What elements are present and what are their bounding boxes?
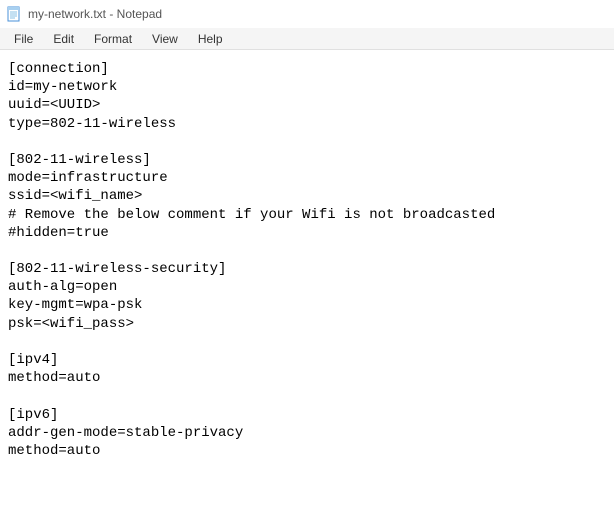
menu-format[interactable]: Format bbox=[84, 30, 142, 48]
menu-edit[interactable]: Edit bbox=[43, 30, 84, 48]
text-editor[interactable]: [connection] id=my-network uuid=<UUID> t… bbox=[0, 50, 614, 532]
menu-help[interactable]: Help bbox=[188, 30, 233, 48]
menu-bar: File Edit Format View Help bbox=[0, 28, 614, 50]
notepad-icon bbox=[6, 6, 22, 22]
menu-view[interactable]: View bbox=[142, 30, 188, 48]
menu-file[interactable]: File bbox=[4, 30, 43, 48]
window-title: my-network.txt - Notepad bbox=[28, 7, 162, 21]
title-bar: my-network.txt - Notepad bbox=[0, 0, 614, 28]
